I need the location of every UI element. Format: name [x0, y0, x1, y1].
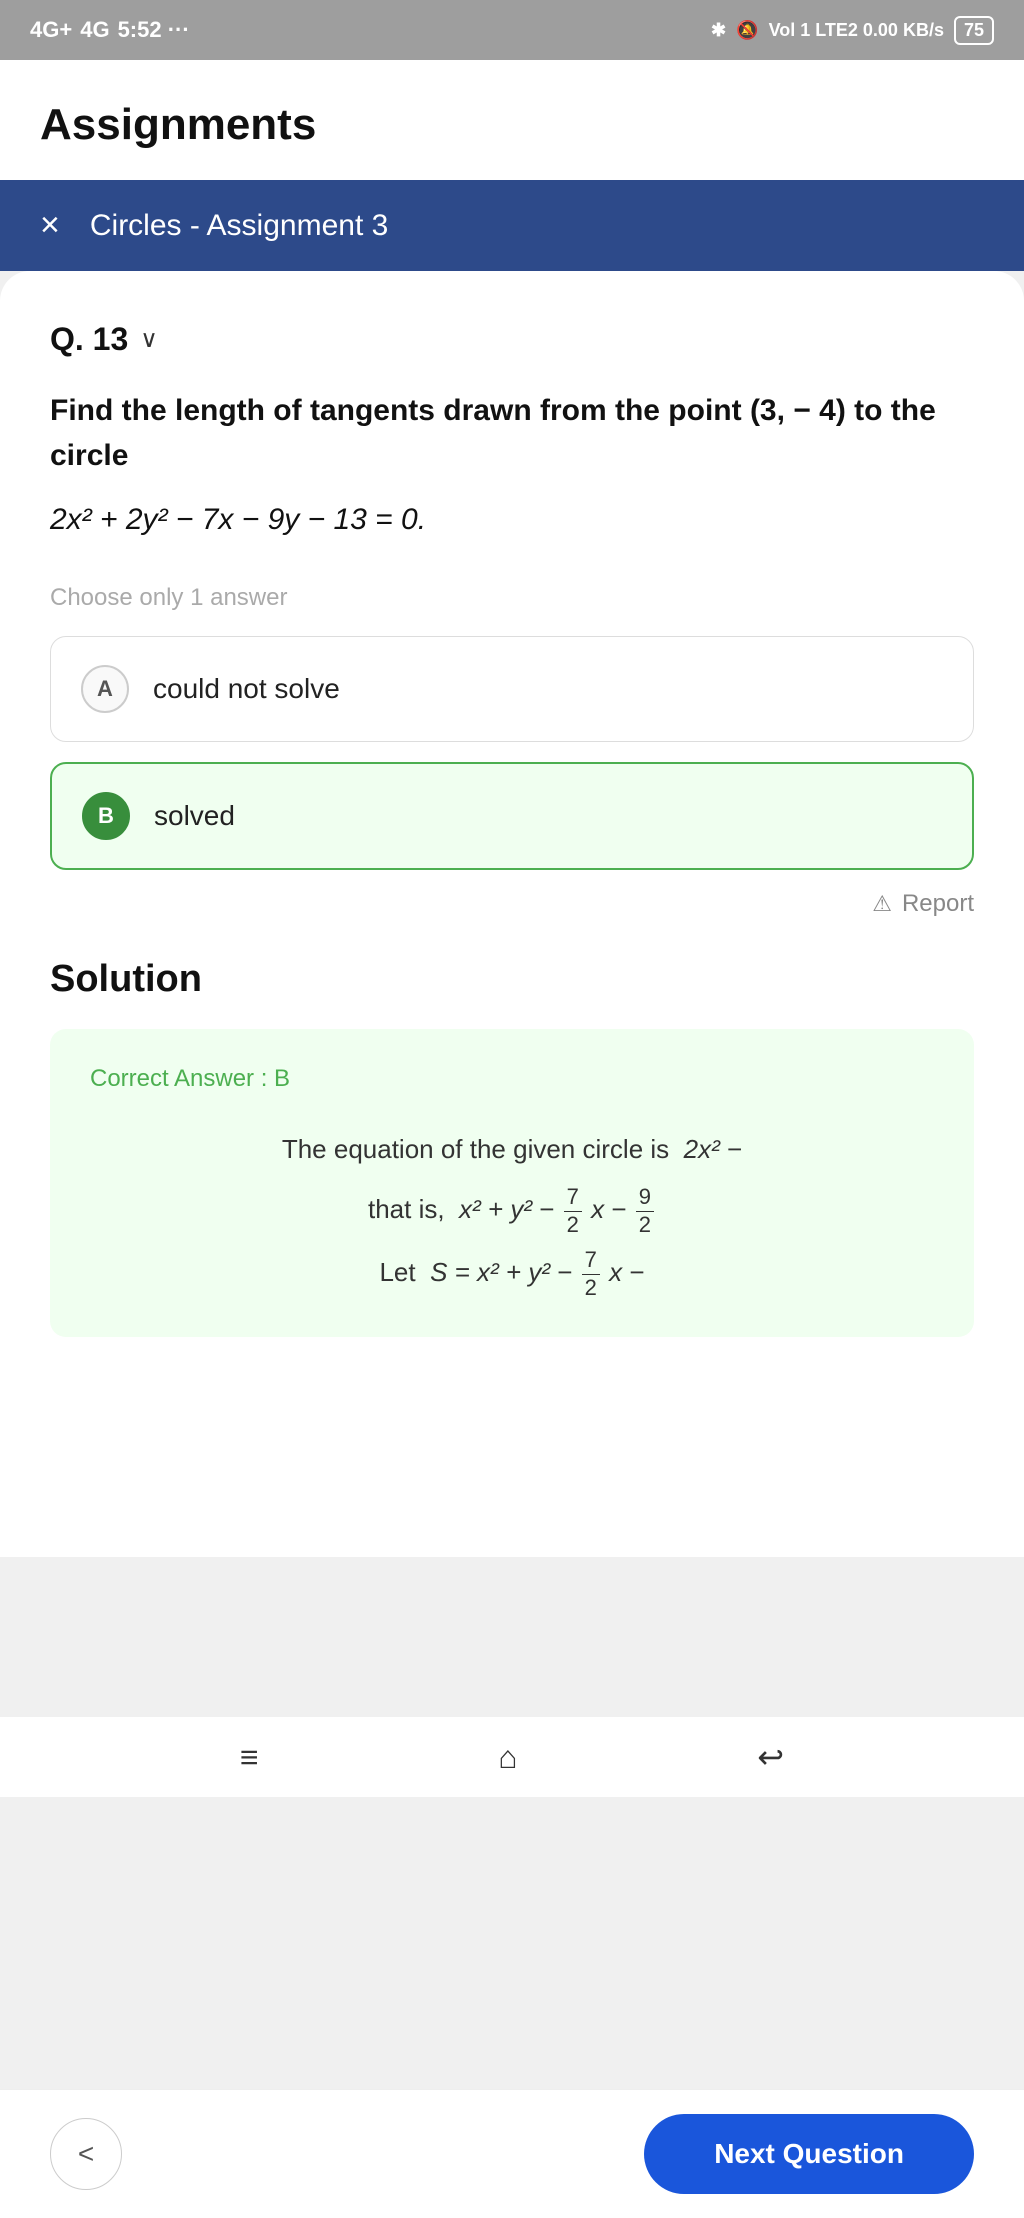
question-number: Q. 13	[50, 321, 128, 358]
question-equation: 2x² + 2y² − 7x − 9y − 13 = 0.	[50, 496, 974, 544]
lte-text: Vol 1 LTE2 0.00 KB/s	[769, 20, 944, 41]
fraction-9-2: 9 2	[636, 1184, 654, 1238]
nav-title: Circles - Assignment 3	[90, 209, 388, 243]
android-nav-bar: ≡ ⌂ ↩	[0, 1717, 1024, 1797]
signal-text2: 4G	[80, 17, 109, 43]
close-button[interactable]: ×	[40, 206, 60, 245]
option-a[interactable]: A could not solve	[50, 636, 974, 742]
warning-icon: ⚠	[872, 891, 892, 917]
solution-line1: The equation of the given circle is 2x² …	[90, 1123, 934, 1175]
chevron-down-icon[interactable]: ∨	[140, 325, 158, 354]
battery-badge: 75	[954, 16, 994, 45]
assignments-header: Assignments	[0, 60, 1024, 180]
volume-icon: 🔕	[736, 20, 758, 41]
solution-line2: that is, x² + y² − 7 2 x − 9 2	[90, 1183, 934, 1238]
bottom-nav: < Next Question	[0, 2089, 1024, 2218]
question-text: Find the length of tangents drawn from t…	[50, 388, 974, 478]
option-b[interactable]: B solved	[50, 762, 974, 870]
solution-line3: Let S = x² + y² − 7 2 x −	[90, 1246, 934, 1301]
home-icon[interactable]: ⌂	[498, 1739, 517, 1776]
correct-answer-label: Correct Answer : B	[90, 1065, 934, 1093]
option-b-circle: B	[82, 792, 130, 840]
page-title: Assignments	[40, 100, 984, 150]
fraction-7-2-b: 7 2	[582, 1247, 600, 1301]
status-left: 4G+ 4G 5:52 ···	[30, 17, 190, 43]
time-text: 5:52 ···	[118, 17, 190, 43]
question-header: Q. 13 ∨	[50, 321, 974, 358]
solution-content: The equation of the given circle is 2x² …	[90, 1123, 934, 1301]
solution-card: Correct Answer : B The equation of the g…	[50, 1029, 974, 1337]
bottom-spacer	[50, 1337, 974, 1517]
back-button[interactable]: <	[50, 2118, 122, 2190]
option-a-label: could not solve	[153, 673, 340, 705]
option-b-label: solved	[154, 800, 235, 832]
next-question-button[interactable]: Next Question	[644, 2114, 974, 2194]
bluetooth-icon: ✱	[711, 20, 726, 41]
menu-icon[interactable]: ≡	[240, 1739, 259, 1776]
report-row: ⚠ Report	[50, 890, 974, 918]
fraction-7-2: 7 2	[564, 1184, 582, 1238]
report-button[interactable]: Report	[902, 890, 974, 918]
option-a-circle: A	[81, 665, 129, 713]
back-icon[interactable]: ↩	[757, 1738, 784, 1776]
status-right: ✱ 🔕 Vol 1 LTE2 0.00 KB/s 75	[711, 16, 994, 45]
signal-text: 4G+	[30, 17, 72, 43]
status-bar: 4G+ 4G 5:52 ··· ✱ 🔕 Vol 1 LTE2 0.00 KB/s…	[0, 0, 1024, 60]
nav-bar: × Circles - Assignment 3	[0, 180, 1024, 271]
solution-title: Solution	[50, 958, 974, 1001]
choose-instruction: Choose only 1 answer	[50, 584, 974, 612]
main-card: Q. 13 ∨ Find the length of tangents draw…	[0, 271, 1024, 1557]
